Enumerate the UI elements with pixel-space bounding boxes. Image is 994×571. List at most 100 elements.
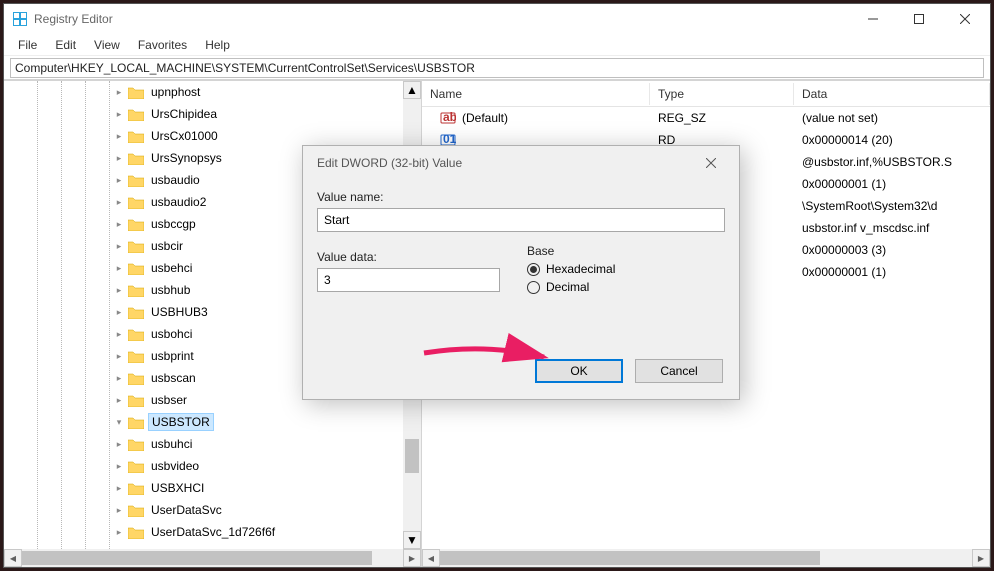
- expand-icon[interactable]: ▸: [112, 109, 126, 120]
- minimize-button[interactable]: [850, 5, 896, 33]
- menu-favorites[interactable]: Favorites: [130, 36, 195, 54]
- expand-icon[interactable]: ▸: [112, 175, 126, 186]
- expand-icon[interactable]: ▸: [112, 263, 126, 274]
- expand-icon[interactable]: ▸: [112, 241, 126, 252]
- cell-name: ab(Default): [422, 108, 650, 128]
- expand-icon[interactable]: ▸: [112, 153, 126, 164]
- expand-icon[interactable]: ▸: [112, 527, 126, 538]
- tree-item-label: usbaudio: [148, 172, 203, 188]
- expand-icon[interactable]: ▾: [112, 417, 126, 428]
- expand-icon[interactable]: ▸: [112, 197, 126, 208]
- expand-icon[interactable]: ▸: [112, 373, 126, 384]
- menu-help[interactable]: Help: [197, 36, 238, 54]
- tree-item-label: usbser: [148, 392, 190, 408]
- column-header-data[interactable]: Data: [794, 83, 990, 105]
- expand-icon[interactable]: ▸: [112, 483, 126, 494]
- titlebar[interactable]: Registry Editor: [4, 4, 990, 34]
- tree-item[interactable]: ▸USBXHCI: [4, 477, 421, 499]
- expand-icon[interactable]: ▸: [112, 439, 126, 450]
- decimal-radio[interactable]: Decimal: [527, 280, 615, 294]
- folder-icon: [128, 152, 144, 165]
- tree-item-label: USBHUB3: [148, 304, 211, 320]
- list-header[interactable]: Name Type Data: [422, 81, 990, 107]
- tree-item-label: USBSTOR: [148, 413, 214, 431]
- scroll-up-button[interactable]: ▲: [403, 81, 421, 99]
- close-button[interactable]: [942, 5, 988, 33]
- value-data-input[interactable]: [317, 268, 500, 292]
- scroll-thumb[interactable]: [22, 551, 372, 565]
- tree-item[interactable]: ▸ UrsCx01000: [4, 125, 421, 147]
- tree-item-label: UrsCx01000: [148, 128, 221, 144]
- tree-item[interactable]: ▸usbuhci: [4, 433, 421, 455]
- column-header-name[interactable]: Name: [422, 83, 650, 105]
- list-row[interactable]: ab(Default)REG_SZ(value not set): [422, 107, 990, 129]
- expand-icon[interactable]: ▸: [112, 461, 126, 472]
- tree-item[interactable]: ▸ usbvideo: [4, 455, 421, 477]
- tree-item[interactable]: ▸ UserDataSvc_1d726f6f: [4, 521, 421, 543]
- tree-item-label: usbehci: [148, 260, 195, 276]
- expand-icon[interactable]: ▸: [112, 395, 126, 406]
- folder-icon: [128, 482, 144, 495]
- cancel-button[interactable]: Cancel: [635, 359, 723, 383]
- ok-button[interactable]: OK: [535, 359, 623, 383]
- folder-icon: [128, 218, 144, 231]
- column-header-type[interactable]: Type: [650, 83, 794, 105]
- cell-data: 0x00000001 (1): [794, 263, 990, 281]
- cell-type: REG_SZ: [650, 109, 794, 127]
- folder-icon: [128, 174, 144, 187]
- dialog-titlebar[interactable]: Edit DWORD (32-bit) Value: [303, 146, 739, 180]
- scroll-track[interactable]: [440, 549, 972, 567]
- dialog-close-button[interactable]: [691, 148, 731, 178]
- value-data-label: Value data:: [317, 250, 507, 264]
- folder-icon: [128, 416, 144, 429]
- tree-item-label: usbcir: [148, 238, 186, 254]
- scroll-right-button[interactable]: ▶: [972, 549, 990, 567]
- maximize-button[interactable]: [896, 5, 942, 33]
- expand-icon[interactable]: ▸: [112, 219, 126, 230]
- cell-data: \SystemRoot\System32\d: [794, 197, 990, 215]
- menu-file[interactable]: File: [10, 36, 45, 54]
- menu-edit[interactable]: Edit: [47, 36, 84, 54]
- expand-icon[interactable]: ▸: [112, 505, 126, 516]
- dialog-title: Edit DWORD (32-bit) Value: [317, 156, 691, 170]
- tree-item[interactable]: ▾ USBSTOR: [4, 411, 421, 433]
- expand-icon[interactable]: ▸: [112, 307, 126, 318]
- hexadecimal-label: Hexadecimal: [546, 262, 615, 276]
- tree-item[interactable]: ▸upnphost: [4, 81, 421, 103]
- tree-item-label: usbohci: [148, 326, 195, 342]
- decimal-label: Decimal: [546, 280, 589, 294]
- scroll-left-button[interactable]: ◀: [422, 549, 440, 567]
- list-horizontal-scrollbar[interactable]: ◀ ▶: [422, 549, 990, 567]
- tree-item[interactable]: ▸UserDataSvc: [4, 499, 421, 521]
- scroll-track[interactable]: [22, 549, 403, 567]
- tree-horizontal-scrollbar[interactable]: ◀ ▶: [4, 549, 421, 567]
- expand-icon[interactable]: ▸: [112, 285, 126, 296]
- expand-icon[interactable]: ▸: [112, 329, 126, 340]
- tree-item-label: usbscan: [148, 370, 199, 386]
- scroll-thumb[interactable]: [405, 439, 419, 473]
- svg-text:ab: ab: [443, 110, 456, 124]
- menu-view[interactable]: View: [86, 36, 128, 54]
- base-label: Base: [527, 244, 615, 258]
- folder-icon: [128, 328, 144, 341]
- tree-item-label: usbvideo: [148, 458, 202, 474]
- expand-icon[interactable]: ▸: [112, 87, 126, 98]
- expand-icon[interactable]: ▸: [112, 131, 126, 142]
- tree-item-label: UserDataSvc_1d726f6f: [148, 524, 278, 540]
- value-name-input[interactable]: [317, 208, 725, 232]
- folder-icon: [128, 394, 144, 407]
- expand-icon[interactable]: ▸: [112, 351, 126, 362]
- folder-icon: [128, 196, 144, 209]
- tree-item[interactable]: ▸UrsChipidea: [4, 103, 421, 125]
- scroll-thumb[interactable]: [440, 551, 820, 565]
- scroll-right-button[interactable]: ▶: [403, 549, 421, 567]
- folder-icon: [128, 306, 144, 319]
- scroll-down-button[interactable]: ▼: [403, 531, 421, 549]
- tree-item-label: usbprint: [148, 348, 197, 364]
- hexadecimal-radio[interactable]: Hexadecimal: [527, 262, 615, 276]
- tree-item-label: usbhub: [148, 282, 193, 298]
- folder-icon: [128, 86, 144, 99]
- address-input[interactable]: [10, 58, 984, 78]
- cell-data: usbstor.inf v_mscdsc.inf: [794, 219, 990, 237]
- scroll-left-button[interactable]: ◀: [4, 549, 22, 567]
